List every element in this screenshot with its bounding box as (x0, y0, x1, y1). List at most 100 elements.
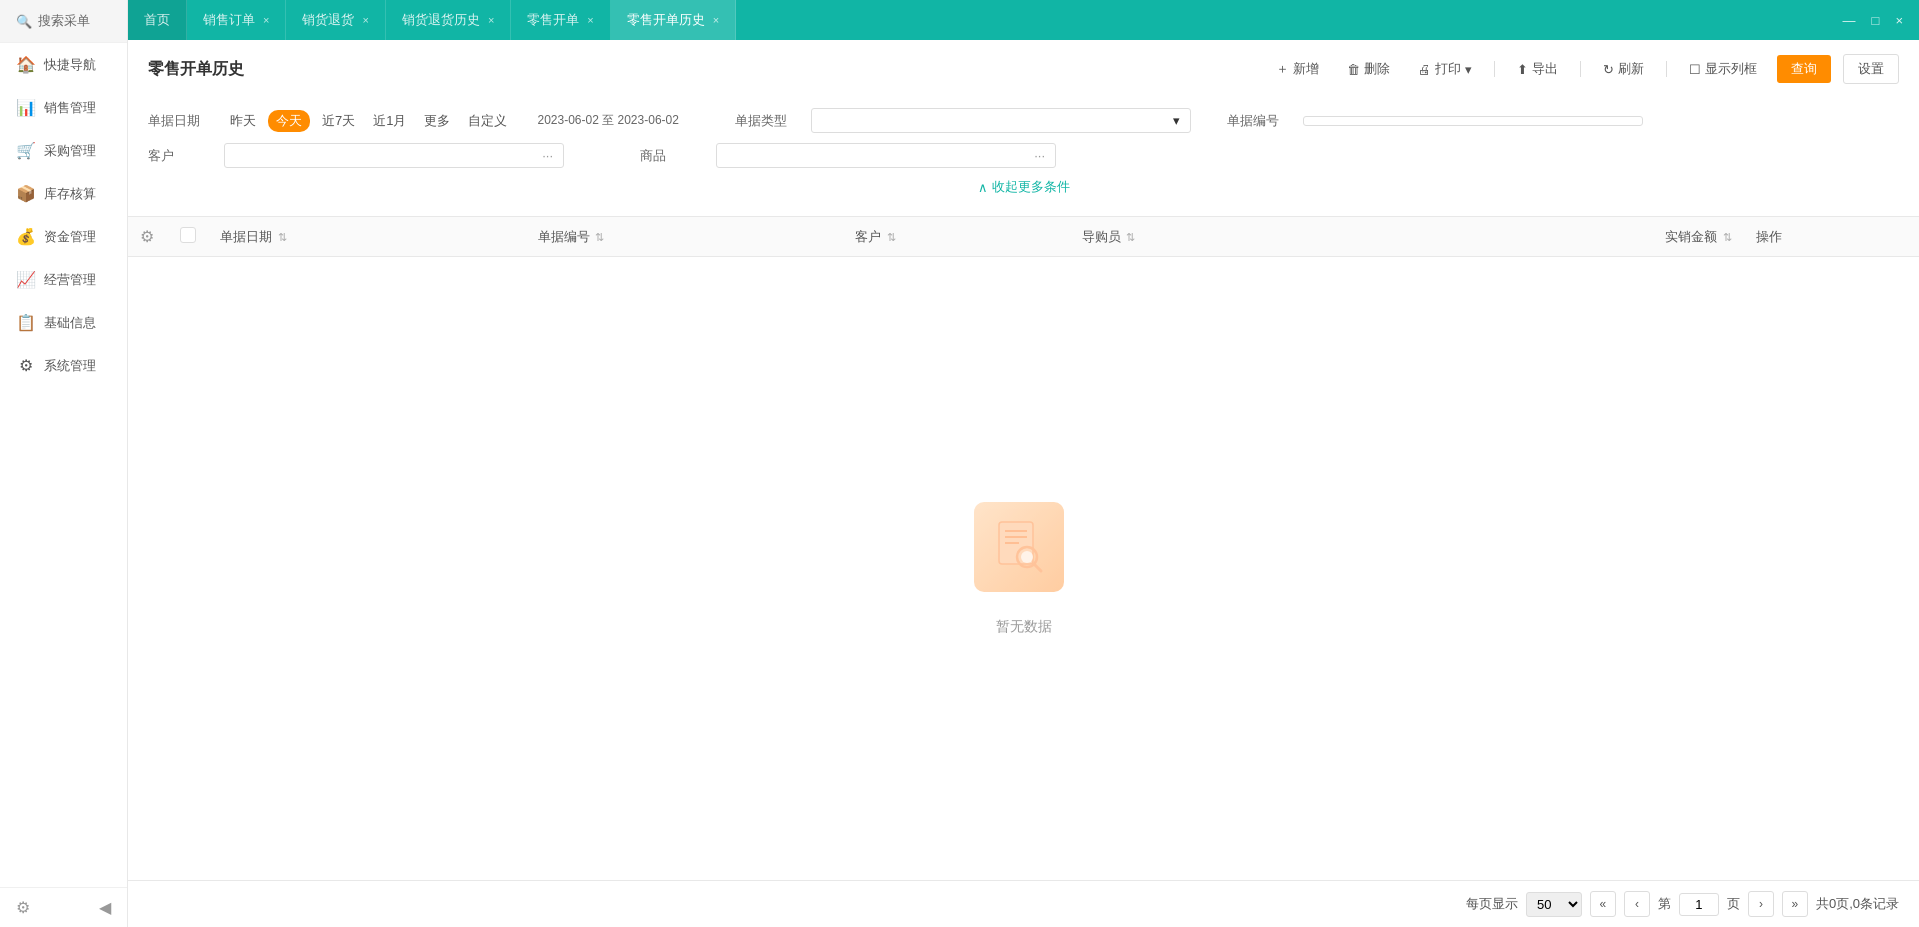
filter-area: 单据日期 昨天 今天 近7天 近1月 更多 自定义 2023-06-02 至 2… (148, 96, 1899, 216)
date-opt-yesterday[interactable]: 昨天 (224, 110, 262, 132)
doc-type-select[interactable]: ▾ (811, 108, 1191, 133)
col-action-label: 操作 (1756, 229, 1782, 244)
toolbar-divider (1494, 61, 1495, 77)
col-date-sort[interactable]: ⇅ (278, 231, 287, 243)
sidebar-search[interactable]: 🔍 搜索采单 (0, 0, 127, 43)
col-date-label: 单据日期 (220, 229, 272, 244)
sidebar-item-label: 采购管理 (44, 142, 96, 160)
customer-input[interactable]: ··· (224, 143, 564, 168)
sidebar-item-label: 库存核算 (44, 185, 96, 203)
date-filter-label: 单据日期 (148, 112, 208, 130)
date-opt-1month[interactable]: 近1月 (367, 110, 412, 132)
settings-button[interactable]: 设置 (1843, 54, 1899, 84)
first-page-icon: « (1600, 897, 1607, 911)
tab-retail-open[interactable]: 零售开单 × (511, 0, 610, 40)
collapse-label: 收起更多条件 (992, 178, 1070, 196)
col-salesperson: 导购员 ⇅ (1070, 217, 1342, 257)
sidebar-item-finance[interactable]: 💰 资金管理 (0, 215, 127, 258)
system-icon: ⚙ (16, 356, 36, 375)
sidebar-bottom: ⚙ ◀ (0, 887, 127, 927)
tab-retail-history-label: 零售开单历史 (627, 11, 705, 29)
toolbar: ＋ 新增 🗑 删除 🖨 打印 ▾ ⬆ 导出 (1268, 54, 1899, 84)
tab-bar: 首页 销售订单 × 销货退货 × 销货退货历史 × 零售开单 × 零售开单历史 … (128, 0, 1919, 40)
tab-sales-order-close[interactable]: × (263, 14, 269, 26)
page-number-input[interactable] (1679, 893, 1719, 916)
query-button[interactable]: 查询 (1777, 55, 1831, 83)
date-opt-7days[interactable]: 近7天 (316, 110, 361, 132)
data-table: ⚙ 单据日期 ⇅ 单据编号 ⇅ (128, 217, 1919, 257)
col-no-label: 单据编号 (538, 229, 590, 244)
display-cols-button[interactable]: ☐ 显示列框 (1681, 56, 1765, 82)
last-page-btn[interactable]: » (1782, 891, 1808, 917)
col-salesperson-sort[interactable]: ⇅ (1126, 231, 1135, 243)
table-settings-icon[interactable]: ⚙ (140, 228, 154, 245)
empty-state: 暂无数据 (128, 257, 1919, 880)
collapse-button[interactable]: ∧ 收起更多条件 (978, 178, 1070, 204)
doc-no-label: 单据编号 (1227, 112, 1287, 130)
page-suffix-label: 页 (1727, 895, 1740, 913)
tab-sales-return-history[interactable]: 销货退货历史 × (386, 0, 511, 40)
tab-retail-open-label: 零售开单 (527, 11, 579, 29)
settings-label: 设置 (1858, 60, 1884, 78)
delete-icon: 🗑 (1347, 62, 1360, 77)
doc-no-input[interactable] (1303, 116, 1643, 126)
delete-button[interactable]: 🗑 删除 (1339, 56, 1398, 82)
collapse-row: ∧ 收起更多条件 (148, 178, 1899, 204)
date-opt-today[interactable]: 今天 (268, 110, 310, 132)
basic-info-icon: 📋 (16, 313, 36, 332)
date-opt-more[interactable]: 更多 (418, 110, 456, 132)
tab-sales-return-close[interactable]: × (362, 14, 368, 26)
sidebar-item-sales-mgmt[interactable]: 📊 销售管理 (0, 86, 127, 129)
col-customer-sort[interactable]: ⇅ (887, 231, 896, 243)
customer-dots: ··· (542, 148, 553, 163)
doc-type-dropdown-icon: ▾ (1173, 113, 1180, 128)
sidebar-item-quick-nav[interactable]: 🏠 快捷导航 (0, 43, 127, 86)
per-page-select[interactable]: 50 100 200 (1526, 892, 1582, 917)
operations-icon: 📈 (16, 270, 36, 289)
add-button[interactable]: ＋ 新增 (1268, 56, 1327, 82)
filter-row-2: 客户 ··· 商品 ··· (148, 143, 1899, 168)
next-page-btn[interactable]: › (1748, 891, 1774, 917)
tab-sales-order[interactable]: 销售订单 × (187, 0, 286, 40)
goods-input[interactable]: ··· (716, 143, 1056, 168)
sidebar-item-inventory[interactable]: 📦 库存核算 (0, 172, 127, 215)
sidebar: 🔍 搜索采单 🏠 快捷导航 📊 销售管理 🛒 采购管理 📦 库存核算 💰 资金管… (0, 0, 128, 927)
refresh-label: 刷新 (1618, 60, 1644, 78)
sidebar-item-basic-info[interactable]: 📋 基础信息 (0, 301, 127, 344)
sidebar-collapse-icon[interactable]: ◀ (99, 898, 111, 917)
col-no-sort[interactable]: ⇅ (595, 231, 604, 243)
empty-icon (974, 502, 1074, 602)
goods-label: 商品 (640, 147, 700, 165)
date-range-display: 2023-06-02 至 2023-06-02 (537, 112, 678, 129)
filter-row-1: 单据日期 昨天 今天 近7天 近1月 更多 自定义 2023-06-02 至 2… (148, 108, 1899, 133)
last-page-icon: » (1792, 897, 1799, 911)
window-restore-icon[interactable]: □ (1872, 13, 1880, 28)
export-button[interactable]: ⬆ 导出 (1509, 56, 1566, 82)
sidebar-item-label: 基础信息 (44, 314, 96, 332)
prev-page-btn[interactable]: ‹ (1624, 891, 1650, 917)
customer-label: 客户 (148, 147, 208, 165)
tab-sales-return[interactable]: 销货退货 × (286, 0, 385, 40)
refresh-button[interactable]: ↻ 刷新 (1595, 56, 1652, 82)
tab-sales-return-history-close[interactable]: × (488, 14, 494, 26)
tab-retail-open-close[interactable]: × (587, 14, 593, 26)
filter-date-options: 昨天 今天 近7天 近1月 更多 自定义 (224, 110, 513, 132)
sidebar-item-purchase-mgmt[interactable]: 🛒 采购管理 (0, 129, 127, 172)
tab-sales-order-label: 销售订单 (203, 11, 255, 29)
tab-retail-history[interactable]: 零售开单历史 × (611, 0, 736, 40)
window-minimize-icon[interactable]: — (1843, 13, 1856, 28)
window-close-icon[interactable]: × (1895, 13, 1903, 28)
first-page-btn[interactable]: « (1590, 891, 1616, 917)
sidebar-settings-icon[interactable]: ⚙ (16, 898, 30, 917)
sidebar-item-operations[interactable]: 📈 经营管理 (0, 258, 127, 301)
print-button[interactable]: 🖨 打印 ▾ (1410, 56, 1480, 82)
sidebar-item-system[interactable]: ⚙ 系统管理 (0, 344, 127, 387)
date-opt-custom[interactable]: 自定义 (462, 110, 513, 132)
tab-retail-history-close[interactable]: × (713, 14, 719, 26)
select-all-checkbox[interactable] (180, 227, 196, 243)
delete-label: 删除 (1364, 60, 1390, 78)
col-amount-sort[interactable]: ⇅ (1723, 231, 1732, 243)
tab-home[interactable]: 首页 (128, 0, 187, 40)
pagination-bar: 每页显示 50 100 200 « ‹ 第 页 › » 共0页,0条记录 (128, 880, 1919, 927)
sidebar-item-label: 系统管理 (44, 357, 96, 375)
